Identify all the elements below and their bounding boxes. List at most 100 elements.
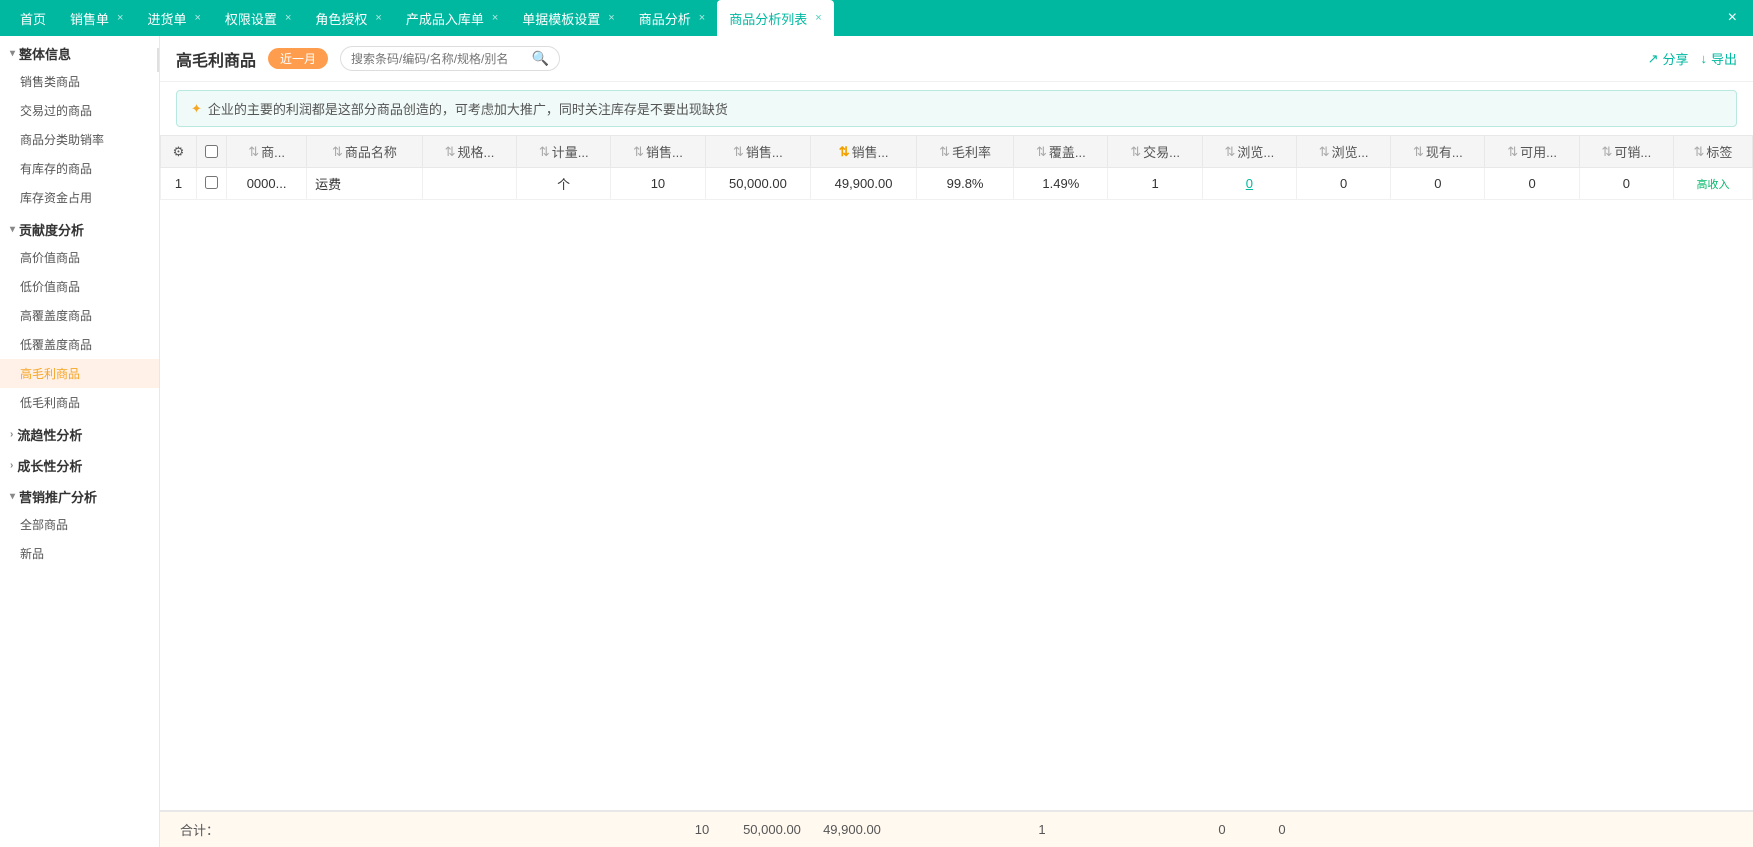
row-checkbox[interactable] (205, 176, 218, 189)
close-product-analysis[interactable]: × (699, 12, 705, 24)
sidebar-group-overall[interactable]: ▾ 整体信息 (0, 36, 159, 67)
sidebar-group-marketing[interactable]: ▾ 营销推广分析 (0, 479, 159, 510)
col-sort-icon-unit[interactable]: ⇅ (539, 144, 550, 160)
sidebar-group-trend[interactable]: › 流趋性分析 (0, 417, 159, 448)
sidebar-item-all-goods[interactable]: 全部商品 (0, 510, 159, 539)
nav-sales-order[interactable]: 销售单 × (58, 0, 135, 36)
cell-current-stock: 0 (1391, 168, 1485, 200)
select-all-checkbox[interactable] (205, 145, 218, 158)
sidebar-item-new-goods[interactable]: 新品 (0, 539, 159, 568)
col-header-code: ⇅ 商... (227, 136, 307, 168)
sidebar-item-sales-goods[interactable]: 销售类商品 (0, 67, 159, 96)
nav-permission-settings[interactable]: 权限设置 × (213, 0, 303, 36)
sidebar-item-stock-capital[interactable]: 库存资金占用 (0, 183, 159, 212)
close-template-settings[interactable]: × (608, 12, 614, 24)
nav-purchase-order[interactable]: 进货单 × (135, 0, 212, 36)
sidebar-toggle[interactable]: « (157, 48, 160, 72)
col-sort-icon-trade[interactable]: ⇅ (1130, 144, 1141, 160)
cell-spec (422, 168, 516, 200)
col-sort-icon-current-stock[interactable]: ⇅ (1413, 144, 1424, 160)
content-area: 高毛利商品 近一月 🔍 ↗ 分享 ↓ 导出 ✦ 企业的主要的利润都是这部分商品创… (160, 36, 1753, 847)
footer-cells: 10 50,000.00 49,900.00 1 0 0 (296, 822, 1737, 837)
col-sort-icon-spec[interactable]: ⇅ (445, 144, 456, 160)
sidebar-item-low-coverage[interactable]: 低覆盖度商品 (0, 330, 159, 359)
nav-product-analysis-list[interactable]: 商品分析列表 × (717, 0, 833, 36)
search-icon[interactable]: 🔍 (532, 50, 549, 67)
sidebar-item-high-margin[interactable]: 高毛利商品 (0, 359, 159, 388)
cell-sales-qty: 10 (611, 168, 705, 200)
nav-home[interactable]: 首页 (8, 0, 58, 36)
sidebar-group-growth[interactable]: › 成长性分析 (0, 448, 159, 479)
sidebar-item-traded-goods[interactable]: 交易过的商品 (0, 96, 159, 125)
close-purchase-order[interactable]: × (194, 12, 200, 24)
close-role-auth[interactable]: × (375, 12, 381, 24)
col-sort-icon-sales-amount[interactable]: ⇅ (733, 144, 744, 160)
info-bar: ✦ 企业的主要的利润都是这部分商品创造的，可考虑加大推广，同时关注库存是不要出现… (176, 90, 1737, 127)
col-sort-icon-gross-rate[interactable]: ⇅ (939, 144, 950, 160)
cell-gross-rate: 99.8% (916, 168, 1013, 200)
footer-sales-amount: 50,000.00 (732, 822, 812, 837)
sidebar-item-in-stock[interactable]: 有库存的商品 (0, 154, 159, 183)
sidebar-item-low-margin[interactable]: 低毛利商品 (0, 388, 159, 417)
filter-recent-month-button[interactable]: 近一月 (268, 48, 328, 69)
cell-code: 0000... (227, 168, 307, 200)
col-header-tag: ⇅ 标签 (1673, 136, 1752, 168)
sidebar-item-high-value[interactable]: 高价值商品 (0, 243, 159, 272)
close-product-analysis-list[interactable]: × (815, 12, 821, 24)
sidebar-item-category-sales-rate[interactable]: 商品分类助销率 (0, 125, 159, 154)
cell-browse2: 0 (1296, 168, 1390, 200)
cell-trade: 1 (1108, 168, 1202, 200)
cell-browse1[interactable]: 0 (1202, 168, 1296, 200)
cell-coverage: 1.49% (1014, 168, 1108, 200)
footer-available: 0 (1252, 822, 1312, 837)
cell-available: 0 (1485, 168, 1579, 200)
cell-check[interactable] (197, 168, 227, 200)
nav-product-inbound[interactable]: 产成品入库单 × (394, 0, 510, 36)
sidebar-group-contribution[interactable]: ▾ 贡献度分析 (0, 212, 159, 243)
export-button[interactable]: ↓ 导出 (1700, 49, 1737, 68)
col-sort-icon-coverage[interactable]: ⇅ (1036, 144, 1047, 160)
sidebar-item-low-value[interactable]: 低价值商品 (0, 272, 159, 301)
footer-empty4 (442, 822, 542, 837)
nav-product-analysis[interactable]: 商品分析 × (627, 0, 717, 36)
close-product-inbound[interactable]: × (492, 12, 498, 24)
nav-role-auth[interactable]: 角色授权 × (303, 0, 393, 36)
window-close-button[interactable]: × (1720, 9, 1745, 27)
col-header-browse2: ⇅ 浏览... (1296, 136, 1390, 168)
footer-empty10 (1132, 822, 1192, 837)
cell-sellable: 0 (1579, 168, 1673, 200)
cell-index: 1 (161, 168, 197, 200)
col-sort-icon-sellable[interactable]: ⇅ (1601, 144, 1612, 160)
page-title: 高毛利商品 (176, 47, 256, 71)
col-sort-icon-sales-qty[interactable]: ⇅ (633, 144, 644, 160)
col-header-coverage: ⇅ 覆盖... (1014, 136, 1108, 168)
col-sort-icon-browse1[interactable]: ⇅ (1224, 144, 1235, 160)
col-sort-icon-browse2[interactable]: ⇅ (1319, 144, 1330, 160)
table-container[interactable]: ⚙ ⇅ 商... (160, 135, 1753, 810)
share-button[interactable]: ↗ 分享 (1648, 49, 1689, 68)
footer-empty8 (952, 822, 1012, 837)
table-row: 1 0000... 运费 个 10 50,000.00 49,900.00 99… (161, 168, 1753, 200)
col-sort-icon-tag[interactable]: ⇅ (1694, 144, 1705, 160)
data-table: ⚙ ⇅ 商... (160, 135, 1753, 200)
col-sort-icon-available[interactable]: ⇅ (1507, 144, 1518, 160)
col-header-check[interactable] (197, 136, 227, 168)
export-icon: ↓ (1700, 51, 1707, 66)
sidebar-item-high-coverage[interactable]: 高覆盖度商品 (0, 301, 159, 330)
nav-template-settings[interactable]: 单据模板设置 × (510, 0, 626, 36)
col-header-sellable: ⇅ 可销... (1579, 136, 1673, 168)
close-permission-settings[interactable]: × (285, 12, 291, 24)
footer-empty2 (332, 822, 362, 837)
cell-unit: 个 (517, 168, 611, 200)
footer-sales-cost: 49,900.00 (812, 822, 892, 837)
col-sort-icon-code[interactable]: ⇅ (248, 144, 259, 160)
search-input[interactable] (351, 52, 526, 66)
footer-empty6 (612, 822, 672, 837)
col-sort-icon-sales-cost[interactable]: ⇅ (839, 144, 850, 160)
col-sort-icon-name[interactable]: ⇅ (332, 144, 343, 160)
close-sales-order[interactable]: × (117, 12, 123, 24)
header-actions: ↗ 分享 ↓ 导出 (1648, 49, 1737, 68)
settings-icon[interactable]: ⚙ (173, 144, 185, 160)
col-header-index: ⚙ (161, 136, 197, 168)
col-header-sales-amount: ⇅ 销售... (705, 136, 811, 168)
